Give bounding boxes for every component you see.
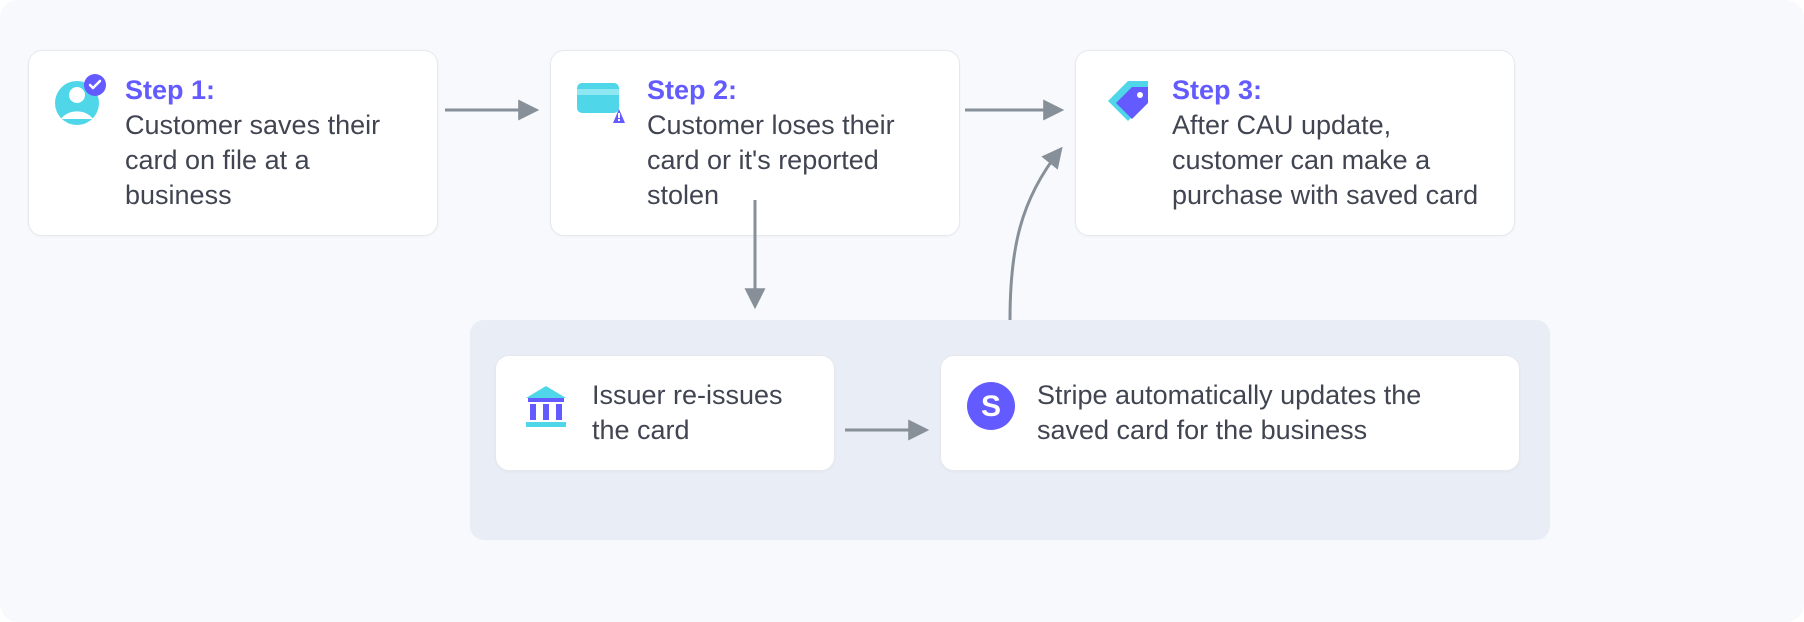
step-3-label: Step 3:	[1172, 73, 1488, 108]
stripe-body: Stripe automatically updates the saved c…	[1037, 380, 1421, 445]
step-3-body: After CAU update, customer can make a pu…	[1172, 110, 1478, 210]
stripe-text: Stripe automatically updates the saved c…	[1037, 378, 1493, 448]
card-step-1: Step 1: Customer saves their card on fil…	[28, 50, 438, 236]
card-step-2: Step 2: Customer loses their card or it'…	[550, 50, 960, 236]
customer-saved-icon	[51, 73, 107, 129]
bank-icon	[518, 378, 574, 434]
issuer-body: Issuer re-issues the card	[592, 380, 783, 445]
card-step-1-text: Step 1: Customer saves their card on fil…	[125, 73, 411, 213]
card-lost-icon	[573, 73, 629, 129]
stripe-logo-icon: S	[963, 378, 1019, 434]
card-step-2-text: Step 2: Customer loses their card or it'…	[647, 73, 933, 213]
step-2-body: Customer loses their card or it's report…	[647, 110, 895, 210]
diagram-canvas: Step 1: Customer saves their card on fil…	[0, 0, 1804, 622]
step-1-label: Step 1:	[125, 73, 411, 108]
card-stripe: S Stripe automatically updates the saved…	[940, 355, 1520, 471]
card-issuer: Issuer re-issues the card	[495, 355, 835, 471]
step-1-body: Customer saves their card on file at a b…	[125, 110, 380, 210]
card-step-3-text: Step 3: After CAU update, customer can m…	[1172, 73, 1488, 213]
issuer-text: Issuer re-issues the card	[592, 378, 808, 448]
purchase-tag-icon	[1098, 73, 1154, 129]
card-step-3: Step 3: After CAU update, customer can m…	[1075, 50, 1515, 236]
step-2-label: Step 2:	[647, 73, 933, 108]
svg-text:S: S	[981, 390, 1001, 423]
